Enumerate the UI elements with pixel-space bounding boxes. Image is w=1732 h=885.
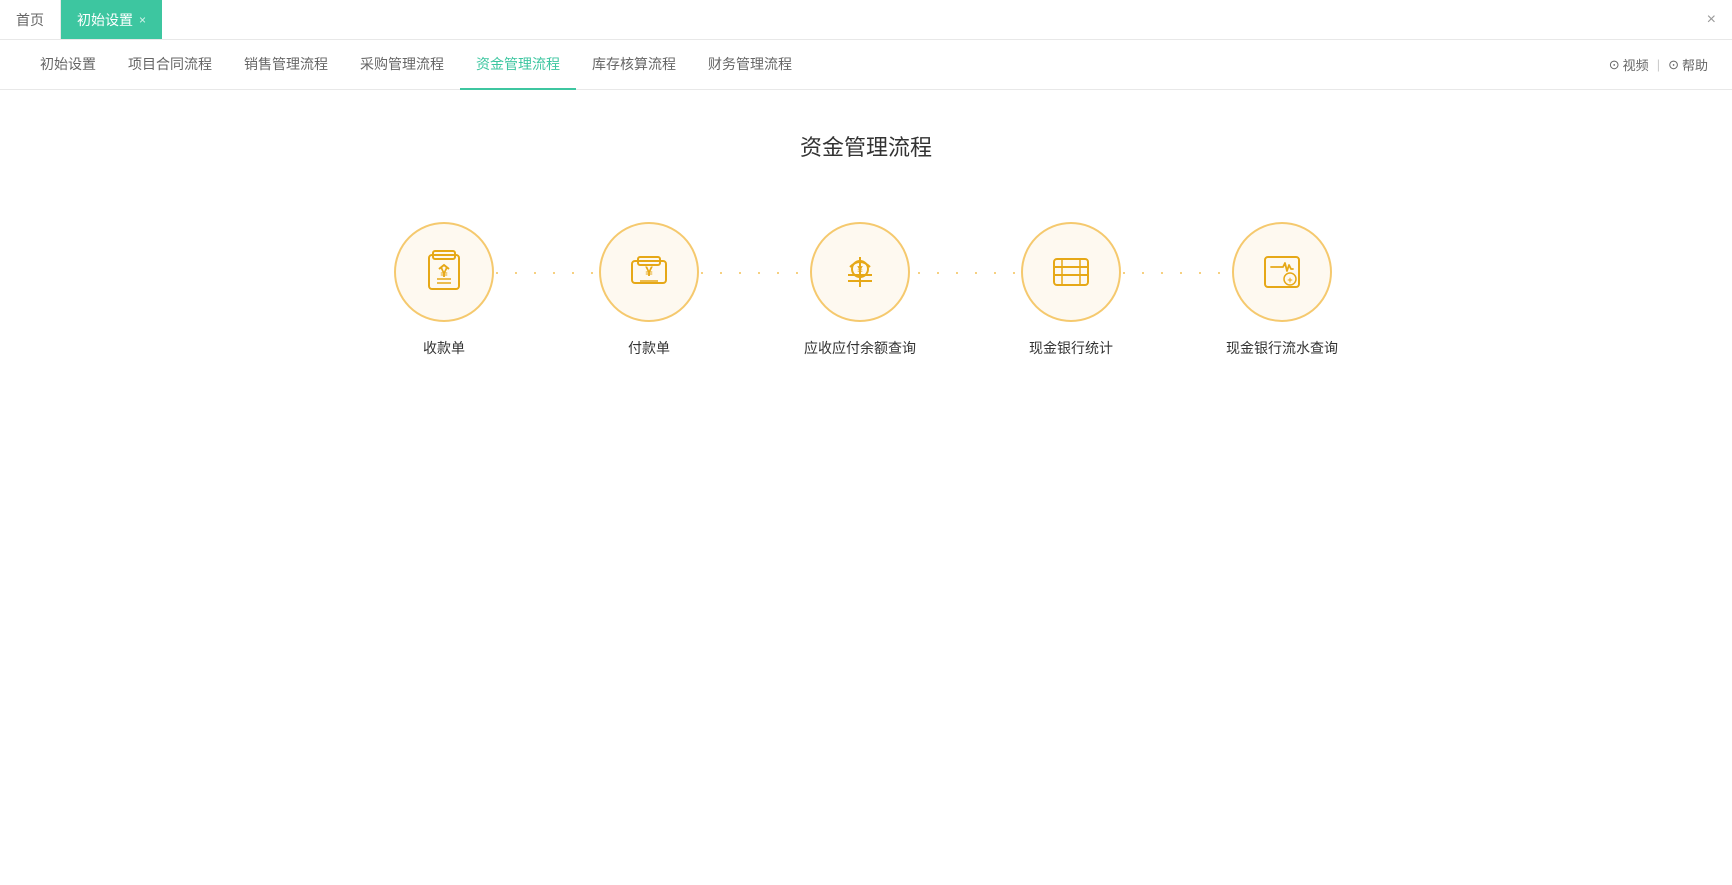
connector-4: · · · · · · [1121, 262, 1226, 318]
receipt-label: 收款单 [423, 338, 465, 358]
nav-item-inventory[interactable]: 库存核算流程 [576, 41, 692, 90]
bank-stats-icon [1046, 247, 1096, 297]
flow-item-receipt[interactable]: ¥ 收款单 [394, 222, 494, 358]
connector-1: · · · · · · [494, 262, 599, 318]
help-icon: ⊙ [1668, 57, 1679, 73]
window-close-icon: × [1707, 11, 1716, 29]
bank-flow-label: 现金银行流水查询 [1226, 338, 1338, 358]
nav-label: 采购管理流程 [360, 54, 444, 74]
nav-label: 财务管理流程 [708, 54, 792, 74]
nav-item-purchase[interactable]: 采购管理流程 [344, 41, 460, 90]
main-content: 资金管理流程 ¥ 收款单 · · · · · · [0, 90, 1732, 398]
nav-item-finance[interactable]: 资金管理流程 [460, 41, 576, 90]
receipt-income-icon-wrapper: ¥ [394, 222, 494, 322]
balance-query-icon: ¥ [835, 247, 885, 297]
receipt-income-icon: ¥ [419, 247, 469, 297]
bank-flow-icon: + [1257, 247, 1307, 297]
nav-bar: 初始设置 项目合同流程 销售管理流程 采购管理流程 资金管理流程 库存核算流程 … [0, 40, 1732, 90]
home-tab-label: 首页 [16, 10, 44, 30]
receipt-payment-icon: ¥ [624, 247, 674, 297]
receipt-payment-icon-wrapper: ¥ [599, 222, 699, 322]
nav-label: 资金管理流程 [476, 54, 560, 74]
active-tab-label: 初始设置 [77, 10, 133, 30]
window-close-button[interactable]: × [1691, 0, 1732, 39]
flow-item-bank-flow[interactable]: + 现金银行流水查询 [1226, 222, 1338, 358]
dots-icon: · · · · · · [699, 262, 804, 283]
nav-label: 项目合同流程 [128, 54, 212, 74]
svg-text:¥: ¥ [645, 263, 653, 279]
flow-item-bank-stats[interactable]: 现金银行统计 [1021, 222, 1121, 358]
video-link[interactable]: ⊙ 视频 [1609, 55, 1649, 74]
flow-item-payment[interactable]: ¥ 付款单 [599, 222, 699, 358]
bank-stats-icon-wrapper [1021, 222, 1121, 322]
nav-label: 库存核算流程 [592, 54, 676, 74]
nav-item-project-contract[interactable]: 项目合同流程 [112, 41, 228, 90]
home-tab[interactable]: 首页 [0, 0, 61, 39]
help-link[interactable]: ⊙ 帮助 [1668, 55, 1708, 74]
nav-label: 销售管理流程 [244, 54, 328, 74]
balance-query-label: 应收应付余额查询 [804, 338, 916, 358]
flow-item-balance-query[interactable]: ¥ 应收应付余额查询 [804, 222, 916, 358]
dots-icon: · · · · · · [494, 262, 599, 283]
svg-text:+: + [1287, 275, 1292, 285]
video-label: 视频 [1623, 55, 1649, 74]
flow-container: ¥ 收款单 · · · · · · ¥ 付款单 [266, 222, 1466, 358]
nav-item-accounting[interactable]: 财务管理流程 [692, 41, 808, 90]
nav-label: 初始设置 [40, 54, 96, 74]
active-tab[interactable]: 初始设置 × [61, 0, 162, 39]
play-icon: ⊙ [1609, 57, 1620, 73]
dots-icon: · · · · · · [1121, 262, 1226, 283]
svg-text:¥: ¥ [857, 265, 863, 276]
connector-3: · · · · · · [916, 262, 1021, 318]
connector-2: · · · · · · [699, 262, 804, 318]
nav-item-sales[interactable]: 销售管理流程 [228, 41, 344, 90]
page-title: 资金管理流程 [800, 130, 932, 162]
help-label: 帮助 [1682, 55, 1708, 74]
bank-stats-label: 现金银行统计 [1029, 338, 1113, 358]
nav-divider: | [1657, 57, 1660, 72]
close-icon[interactable]: × [139, 13, 146, 27]
balance-query-icon-wrapper: ¥ [810, 222, 910, 322]
bank-flow-icon-wrapper: + [1232, 222, 1332, 322]
nav-item-initial-setup[interactable]: 初始设置 [24, 41, 112, 90]
nav-right: ⊙ 视频 | ⊙ 帮助 [1609, 55, 1708, 74]
top-bar: 首页 初始设置 × × [0, 0, 1732, 40]
dots-icon: · · · · · · [916, 262, 1021, 283]
payment-label: 付款单 [628, 338, 670, 358]
